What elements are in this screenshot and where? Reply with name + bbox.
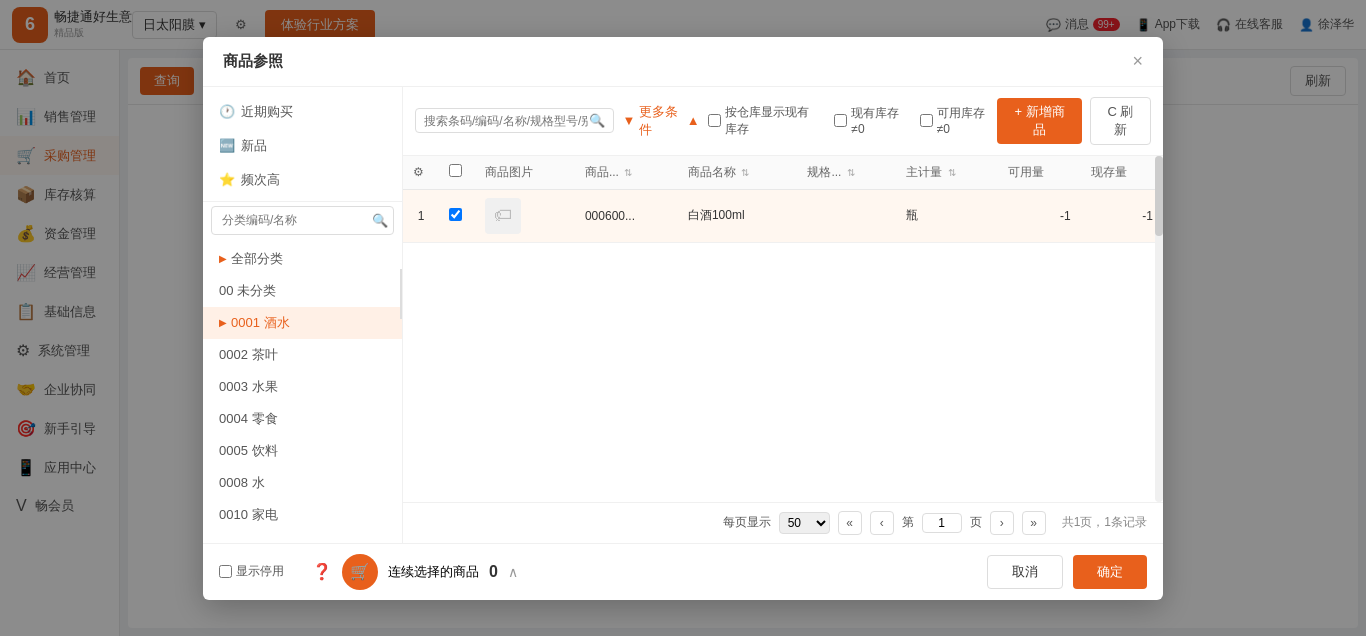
last-page-button[interactable]: »: [1022, 511, 1046, 535]
category-search: 🔍: [211, 206, 394, 235]
checkbox-warehouse-input[interactable]: [708, 114, 721, 127]
table-scrollbar[interactable]: [1155, 156, 1163, 502]
select-all-checkbox[interactable]: [449, 164, 462, 177]
scrollbar-thumb: [1155, 156, 1163, 236]
category-search-input[interactable]: [222, 213, 372, 227]
category-list: ▶ 全部分类 00 未分类 ▶ 0001 酒水 0002 茶叶 0003 水果: [203, 239, 402, 535]
row-select-checkbox[interactable]: [449, 208, 462, 221]
row-spec: [797, 189, 896, 242]
new-icon: 🆕: [219, 138, 235, 153]
star-icon: ⭐: [219, 172, 235, 187]
active-arrow-icon: ▶: [219, 317, 227, 328]
pagination-bar: 每页显示 50 100 « ‹ 第 页 › » 共1页，1条记录: [403, 502, 1163, 543]
product-table: ⚙ 商品图片 商品... ⇅: [403, 156, 1163, 243]
refresh-button[interactable]: C 刷新: [1090, 97, 1151, 145]
row-num: 1: [403, 189, 439, 242]
page-size-select[interactable]: 50 100: [779, 512, 830, 534]
table-row[interactable]: 1 🏷 000600... 白酒100ml 瓶: [403, 189, 1163, 242]
filter-checkboxes: 按仓库显示现有库存 现有库存≠0 可用库存≠0: [708, 104, 990, 138]
checkbox-warehouse[interactable]: 按仓库显示现有库存: [708, 104, 819, 138]
checkbox-available-input[interactable]: [920, 114, 933, 127]
category-all[interactable]: ▶ 全部分类: [203, 243, 402, 275]
col-stock: 现存量: [1081, 156, 1163, 190]
show-disabled-input[interactable]: [219, 565, 232, 578]
row-checkbox: [439, 189, 475, 242]
category-0005[interactable]: 0005 饮料: [203, 435, 402, 467]
row-image: 🏷: [475, 189, 575, 242]
modal-header: 商品参照 ×: [203, 37, 1163, 87]
category-0004[interactable]: 0004 零食: [203, 403, 402, 435]
col-name: 商品名称 ⇅: [678, 156, 798, 190]
col-settings: ⚙: [403, 156, 439, 190]
product-reference-modal: 商品参照 × 🕐 近期购买 🆕 新品 ⭐ 频次高: [203, 37, 1163, 600]
product-search-input[interactable]: [424, 114, 589, 128]
sidebar-recent-purchase[interactable]: 🕐 近期购买: [203, 95, 402, 129]
category-0010[interactable]: 0010 家电: [203, 499, 402, 531]
modal-overlay: 商品参照 × 🕐 近期购买 🆕 新品 ⭐ 频次高: [0, 0, 1366, 636]
row-code: 000600...: [575, 189, 678, 242]
show-disabled-checkbox[interactable]: 显示停用: [219, 563, 284, 580]
modal-search-bar: 🔍 ▼ 更多条件 ▲ 按仓库显示现有库存 现: [403, 87, 1163, 156]
sidebar-new-products[interactable]: 🆕 新品: [203, 129, 402, 163]
filter-button[interactable]: ▼ 更多条件 ▲: [622, 103, 699, 139]
col-code: 商品... ⇅: [575, 156, 678, 190]
col-image: 商品图片: [475, 156, 575, 190]
checkbox-available-ne0[interactable]: 可用库存≠0: [920, 105, 989, 136]
filter-icon: ▼: [622, 113, 635, 128]
sidebar-frequent[interactable]: ⭐ 频次高: [203, 163, 402, 197]
cart-icon: 🛒: [342, 554, 378, 590]
row-unit: 瓶: [896, 189, 998, 242]
category-0001[interactable]: ▶ 0001 酒水: [203, 307, 402, 339]
sidebar-divider: [203, 201, 402, 202]
modal-main: 🔍 ▼ 更多条件 ▲ 按仓库显示现有库存 现: [403, 87, 1163, 543]
category-0003[interactable]: 0003 水果: [203, 371, 402, 403]
checkbox-stock-input[interactable]: [834, 114, 847, 127]
col-select-all: [439, 156, 475, 190]
page-number-input[interactable]: [922, 513, 962, 533]
footer-actions: 取消 确定: [987, 555, 1147, 589]
modal-body: 🕐 近期购买 🆕 新品 ⭐ 频次高 ◀: [203, 87, 1163, 543]
new-product-button[interactable]: + 新增商品: [997, 98, 1082, 144]
row-name: 白酒100ml: [678, 189, 798, 242]
sort-icon: ⇅: [624, 167, 632, 178]
first-page-button[interactable]: «: [838, 511, 862, 535]
col-spec: 规格... ⇅: [797, 156, 896, 190]
sort-icon: ⇅: [948, 167, 956, 178]
sort-icon: ⇅: [847, 167, 855, 178]
arrow-icon: ▶: [219, 253, 227, 264]
prev-page-button[interactable]: ‹: [870, 511, 894, 535]
sort-icon: ⇅: [741, 167, 749, 178]
chevron-up-icon[interactable]: ∧: [508, 564, 518, 580]
row-stock: -1: [1081, 189, 1163, 242]
next-page-button[interactable]: ›: [990, 511, 1014, 535]
checkbox-stock-ne0[interactable]: 现有库存≠0: [834, 105, 903, 136]
modal-footer: 显示停用 ❓ 🛒 连续选择的商品 0 ∧ 取消 确定: [203, 543, 1163, 600]
modal-close-button[interactable]: ×: [1132, 51, 1143, 72]
search-icon: 🔍: [372, 213, 388, 228]
search-input-wrap: 🔍: [415, 108, 614, 133]
col-available: 可用量: [998, 156, 1080, 190]
help-icon: ❓: [312, 562, 332, 581]
cancel-button[interactable]: 取消: [987, 555, 1063, 589]
category-0002[interactable]: 0002 茶叶: [203, 339, 402, 371]
clock-icon: 🕐: [219, 104, 235, 119]
modal-sidebar: 🕐 近期购买 🆕 新品 ⭐ 频次高 ◀: [203, 87, 403, 543]
col-unit: 主计量 ⇅: [896, 156, 998, 190]
category-0008[interactable]: 0008 水: [203, 467, 402, 499]
filter-collapse-icon: ▲: [687, 113, 700, 128]
modal-title: 商品参照: [223, 52, 283, 71]
product-image: 🏷: [485, 198, 521, 234]
product-table-wrap: ⚙ 商品图片 商品... ⇅: [403, 156, 1163, 502]
search-icon: 🔍: [589, 113, 605, 128]
confirm-button[interactable]: 确定: [1073, 555, 1147, 589]
category-00[interactable]: 00 未分类: [203, 275, 402, 307]
row-available: -1: [998, 189, 1080, 242]
selected-count: 0: [489, 563, 498, 581]
